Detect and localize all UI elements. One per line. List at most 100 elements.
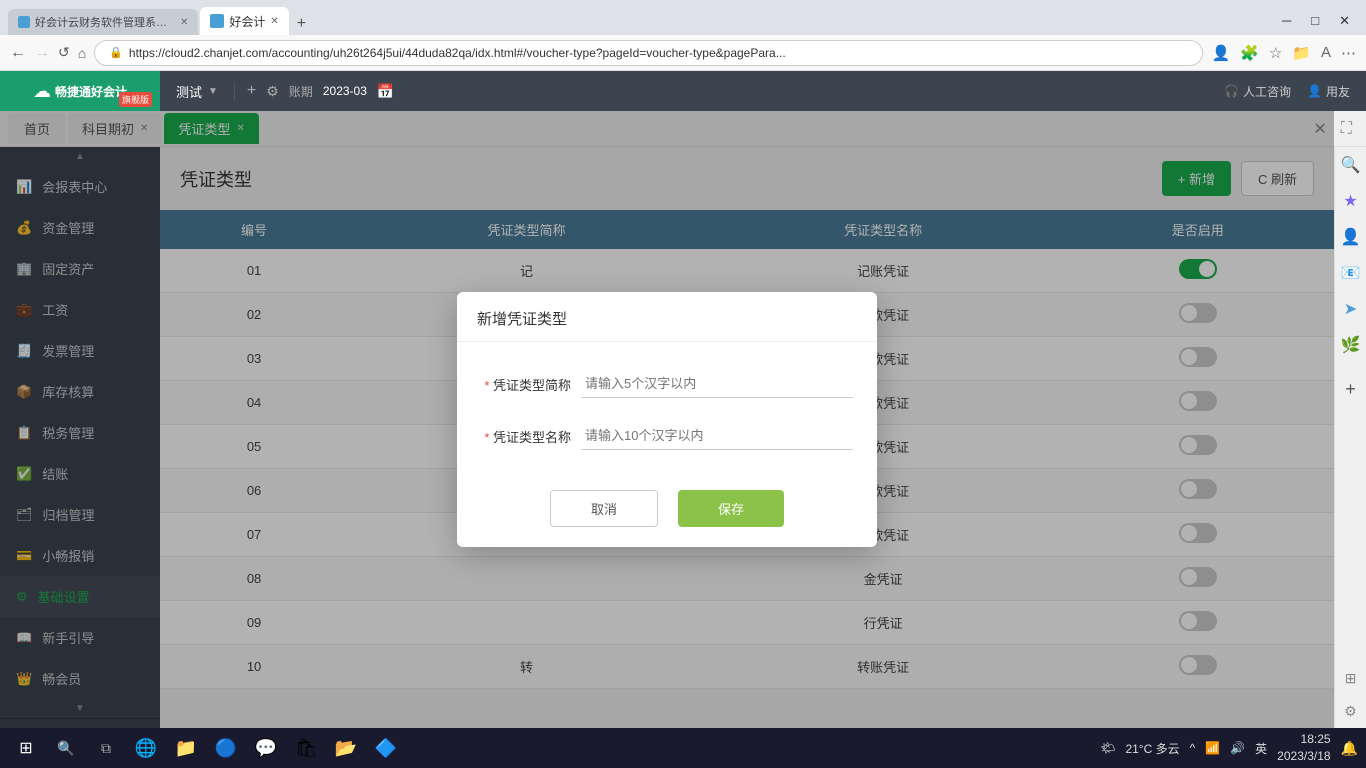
calendar-icon[interactable]: 📅 <box>377 83 394 100</box>
logo-badge: 旗舰版 <box>119 92 152 107</box>
settings-right-icon[interactable]: ⚙ <box>1344 703 1357 720</box>
taskbar: ⊞ 🔍 ⧉ 🌐 📁 🔵 💬 🛍 📂 🔷 🌤 21°C 多云 ^ 📶 🔊 英 18… <box>0 728 1366 768</box>
modal-body: * 凭证类型简称 * 凭证类型名称 <box>457 342 877 474</box>
help-label: 人工咨询 <box>1243 83 1291 100</box>
address-bar: ← → ↺ ⌂ 🔒 https://cloud2.chanjet.com/acc… <box>0 35 1366 71</box>
maximize-button[interactable]: □ <box>1303 11 1327 31</box>
outlook-right-icon[interactable]: 📧 <box>1341 263 1361 283</box>
right-panel: 🔍 ★ 👤 📧 ➤ 🌿 + ⊞ ⚙ <box>1334 147 1366 728</box>
notification-icon[interactable]: 🔔 <box>1341 740 1358 757</box>
read-aloud-icon[interactable]: A <box>1321 44 1331 62</box>
tab-label-1: 好会计云财务软件管理系统_会计 <box>35 14 175 30</box>
grid-right-icon[interactable]: ⊞ <box>1345 670 1357 687</box>
star-right-icon[interactable]: ★ <box>1343 191 1357 211</box>
tab-favicon-1 <box>18 16 30 28</box>
explorer-taskbar-icon[interactable]: 📁 <box>168 730 204 766</box>
minimize-button[interactable]: ─ <box>1274 11 1299 31</box>
clock-date: 2023/3/18 <box>1277 748 1330 765</box>
tab-label-2: 好会计 <box>229 13 265 30</box>
forward-button[interactable]: → <box>34 44 50 62</box>
header-toolbar: + ⚙ 账期 2023-03 📅 <box>235 82 406 100</box>
search-taskbar-button[interactable]: 🔍 <box>48 730 84 766</box>
user-button[interactable]: 👤 用友 <box>1307 83 1350 100</box>
address-field[interactable]: 🔒 https://cloud2.chanjet.com/accounting/… <box>94 40 1203 66</box>
volume-icon: 🔊 <box>1230 741 1245 755</box>
logo-icon: ☁ <box>33 81 51 102</box>
start-button[interactable]: ⊞ <box>8 730 44 766</box>
form-row-short-name: * 凭证类型简称 <box>481 370 853 398</box>
edge-taskbar-icon[interactable]: 🌐 <box>128 730 164 766</box>
lock-icon: 🔒 <box>109 46 123 59</box>
more-icon[interactable]: ⋯ <box>1341 44 1356 62</box>
tab-close-1[interactable]: ✕ <box>180 17 188 28</box>
cancel-button[interactable]: 取消 <box>550 490 658 527</box>
required-star-2: * <box>484 430 489 445</box>
user-label: 用友 <box>1326 83 1350 100</box>
home-button[interactable]: ⌂ <box>78 45 86 61</box>
modal-overlay: 新增凭证类型 * 凭证类型简称 * 凭证类型名称 取消 <box>0 111 1334 728</box>
logo-area: ☁ 畅捷通好会计 旗舰版 <box>0 71 160 111</box>
add-company-button[interactable]: + <box>247 82 256 100</box>
taskbar-right: 🌤 21°C 多云 ^ 📶 🔊 英 18:25 2023/3/18 🔔 <box>1100 731 1358 765</box>
reload-button[interactable]: ↺ <box>58 44 70 61</box>
tab-active-2[interactable]: 好会计 ✕ <box>200 7 288 35</box>
required-star-1: * <box>484 378 489 393</box>
expand-icon[interactable]: ^ <box>1190 741 1196 755</box>
network-icon: 📶 <box>1205 741 1220 755</box>
full-name-input[interactable] <box>581 422 853 450</box>
workspace-dropdown-icon: ▼ <box>208 86 218 97</box>
weather-icon: 🌤 <box>1100 741 1115 755</box>
help-button[interactable]: 🎧 人工咨询 <box>1224 83 1291 100</box>
browser-tabs: 好会计云财务软件管理系统_会计 ✕ 好会计 ✕ + <box>8 0 1274 35</box>
arrow-right-icon[interactable]: ➤ <box>1344 299 1357 319</box>
headset-icon: 🎧 <box>1224 84 1239 98</box>
app-header: ☁ 畅捷通好会计 旗舰版 测试 ▼ + ⚙ 账期 2023-03 📅 🎧 人工咨… <box>0 71 1366 111</box>
save-button[interactable]: 保存 <box>678 490 784 527</box>
url-text: https://cloud2.chanjet.com/accounting/uh… <box>129 46 786 60</box>
user-icon: 👤 <box>1307 84 1322 98</box>
workspace-selector[interactable]: 测试 ▼ <box>160 82 235 101</box>
full-name-label: * 凭证类型名称 <box>481 427 571 446</box>
close-button[interactable]: ✕ <box>1331 11 1358 31</box>
language-indicator: 英 <box>1255 740 1267 757</box>
extensions-icon[interactable]: 🧩 <box>1240 44 1259 62</box>
plus-right-icon[interactable]: + <box>1345 379 1356 400</box>
chrome-taskbar-icon[interactable]: 🔵 <box>208 730 244 766</box>
period-label: 账期 <box>289 83 313 100</box>
header-right: 🎧 人工咨询 👤 用友 <box>1224 83 1366 100</box>
clock-time: 18:25 <box>1277 731 1330 748</box>
back-button[interactable]: ← <box>10 44 26 62</box>
wechat-taskbar-icon[interactable]: 💬 <box>248 730 284 766</box>
new-tab-button[interactable]: + <box>291 15 312 33</box>
short-name-input[interactable] <box>581 370 853 398</box>
window-controls: ─ □ ✕ <box>1274 11 1358 35</box>
taskview-button[interactable]: ⧉ <box>88 730 124 766</box>
user-profile-icon[interactable]: 👤 <box>1211 44 1230 62</box>
logo-text: 畅捷通好会计 <box>55 83 127 100</box>
modal-title: 新增凭证类型 <box>477 308 567 329</box>
edge2-taskbar-icon[interactable]: 🔷 <box>368 730 404 766</box>
modal-footer: 取消 保存 <box>457 474 877 547</box>
browser-toolbar: 👤 🧩 ☆ 📁 A ⋯ <box>1211 44 1356 62</box>
workspace-name: 测试 <box>176 82 202 101</box>
tab-fullscreen-icon[interactable]: ⛶ <box>1335 120 1358 138</box>
collections-icon[interactable]: 📁 <box>1292 44 1311 62</box>
user-right-icon[interactable]: 👤 <box>1341 227 1361 247</box>
favorites-icon[interactable]: ☆ <box>1269 44 1282 62</box>
clock-display: 18:25 2023/3/18 <box>1277 731 1330 765</box>
settings-icon[interactable]: ⚙ <box>266 83 279 100</box>
leaf-right-icon[interactable]: 🌿 <box>1341 335 1361 355</box>
modal: 新增凭证类型 * 凭证类型简称 * 凭证类型名称 取消 <box>457 292 877 547</box>
modal-header: 新增凭证类型 <box>457 292 877 342</box>
browser-chrome: 好会计云财务软件管理系统_会计 ✕ 好会计 ✕ + ─ □ ✕ <box>0 0 1366 35</box>
search-right-icon[interactable]: 🔍 <box>1341 155 1361 175</box>
period-value: 2023-03 <box>323 84 367 98</box>
folder-taskbar-icon[interactable]: 📂 <box>328 730 364 766</box>
tab-inactive-1[interactable]: 好会计云财务软件管理系统_会计 ✕ <box>8 9 198 35</box>
tab-favicon-2 <box>210 14 224 28</box>
store-taskbar-icon[interactable]: 🛍 <box>288 730 324 766</box>
short-name-label: * 凭证类型简称 <box>481 375 571 394</box>
form-row-full-name: * 凭证类型名称 <box>481 422 853 450</box>
tab-close-2[interactable]: ✕ <box>270 16 278 27</box>
weather-temp: 21°C 多云 <box>1125 740 1179 757</box>
